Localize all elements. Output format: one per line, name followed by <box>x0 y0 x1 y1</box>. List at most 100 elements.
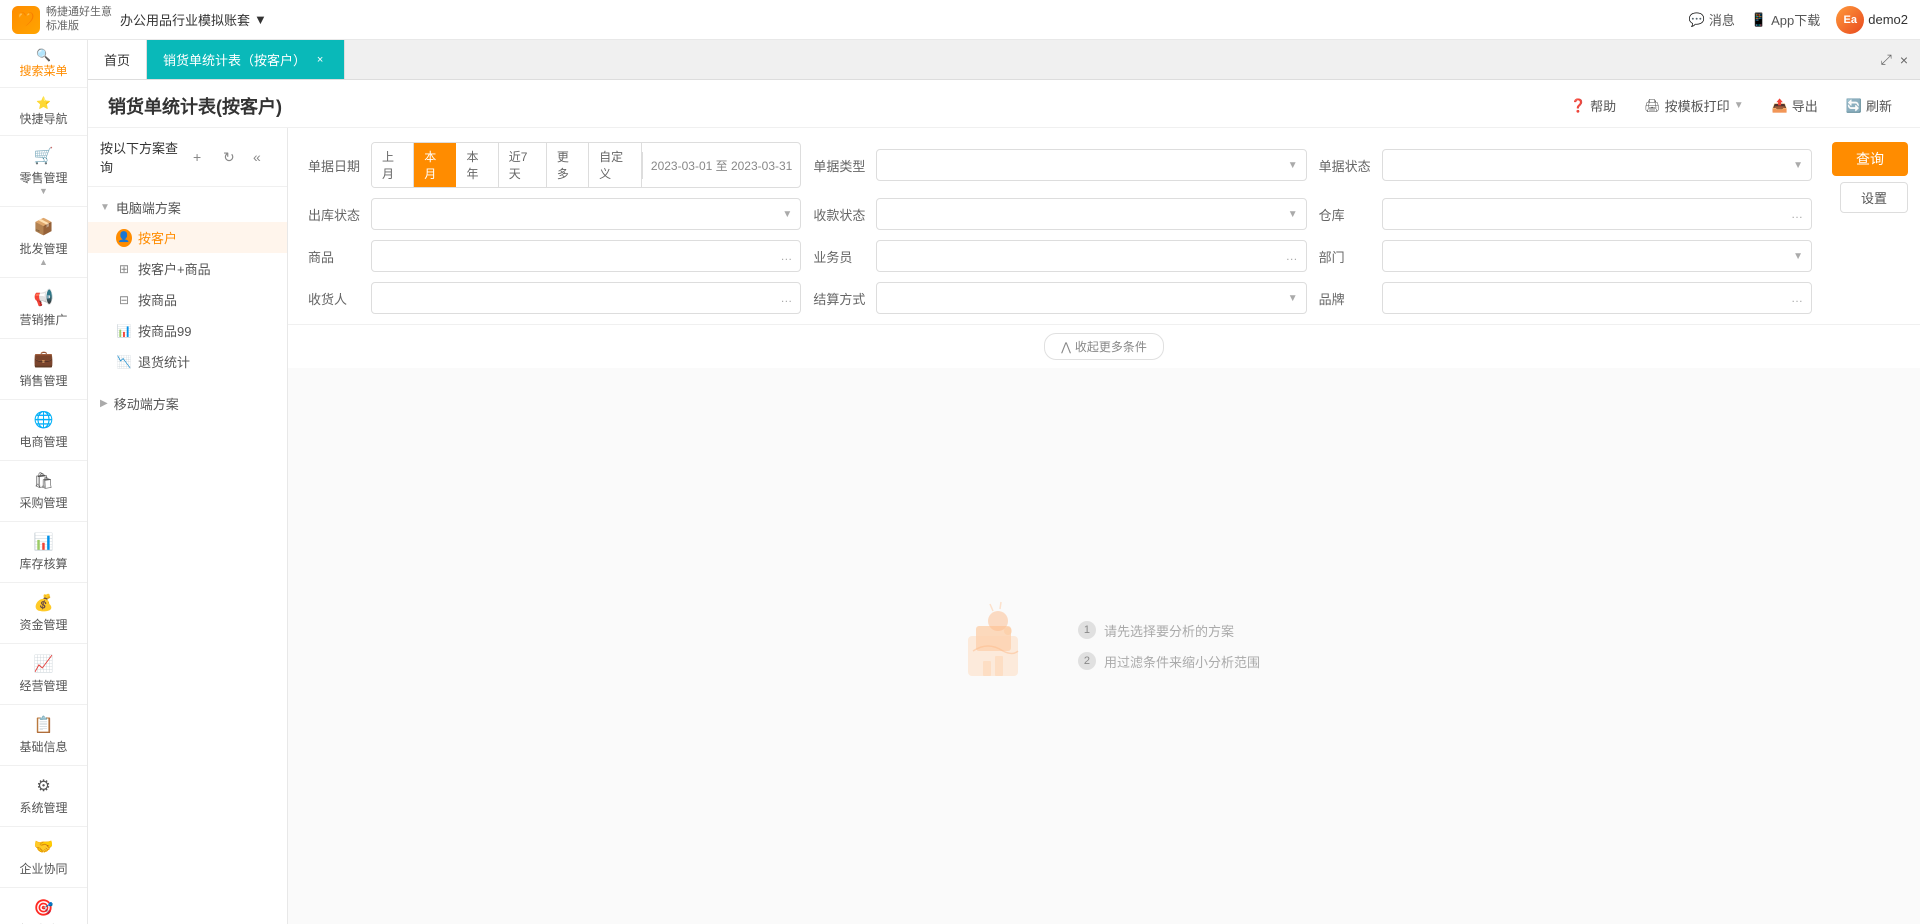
warehouse-control[interactable]: … <box>1382 198 1812 230</box>
goods99-icon: 📊 <box>116 323 132 339</box>
app-download-button[interactable]: 📱 App下载 <box>1751 10 1820 29</box>
doc-status-control[interactable]: ▼ <box>1382 149 1812 181</box>
sidebar-item-system[interactable]: ⚙ 系统管理 <box>0 766 87 827</box>
filter-department: 部门 ▼ <box>1319 240 1812 272</box>
close-window-icon[interactable]: × <box>1900 52 1908 68</box>
filter-query-row: 单据日期 上月 本月 本年 近7天 更多 自定义 <box>288 128 1920 324</box>
salesperson-label: 业务员 <box>813 247 868 266</box>
operation-icon: 📈 <box>34 654 54 674</box>
desktop-group-header[interactable]: ▼ 电脑端方案 <box>88 193 287 222</box>
brand-dots: … <box>1791 291 1803 305</box>
sidebar-item-purchase[interactable]: 🛍 采购管理 <box>0 461 87 522</box>
sidebar-item-finance[interactable]: 💰 资金管理 <box>0 583 87 644</box>
scheme-item-by-goods-99[interactable]: 📊 按商品99 <box>88 315 287 346</box>
sidebar-item-marketing[interactable]: 📢 营销推广 <box>0 278 87 339</box>
salesperson-dots: … <box>1286 249 1298 263</box>
marketing-icon: 📢 <box>34 288 54 308</box>
tab-close-icon[interactable]: × <box>312 52 328 68</box>
goods-dots: … <box>780 249 792 263</box>
page-content: 销货单统计表(按客户) ❓ 帮助 🖨 按模板打印 ▼ 📤 导出 <box>88 80 1920 924</box>
sidebar-quicknav[interactable]: ⭐ 快捷导航 <box>0 88 87 136</box>
out-status-control[interactable]: ▼ <box>371 198 801 230</box>
filter-warehouse: 仓库 … <box>1319 198 1812 230</box>
print-icon: 🖨 <box>1644 98 1661 114</box>
settings-button[interactable]: 设置 <box>1840 182 1908 213</box>
date-tab-thisyear[interactable]: 本年 <box>456 143 498 187</box>
out-status-label: 出库状态 <box>308 205 363 224</box>
sidebar-search[interactable]: 🔍 搜索菜单 <box>0 40 87 88</box>
brand-control[interactable]: … <box>1382 282 1812 314</box>
inventory-icon: 📊 <box>34 532 54 552</box>
return-icon: 📉 <box>116 354 132 370</box>
refresh-button[interactable]: 🔄 刷新 <box>1838 92 1900 119</box>
scheme-item-by-goods[interactable]: ⊟ 按商品 <box>88 284 287 315</box>
export-button[interactable]: 📤 导出 <box>1764 92 1826 119</box>
receive-status-control[interactable]: ▼ <box>876 198 1306 230</box>
date-tab-more[interactable]: 更多 <box>547 143 589 187</box>
doc-type-control[interactable]: ▼ <box>876 149 1306 181</box>
help-icon: ❓ <box>1570 98 1586 114</box>
user-profile[interactable]: Ea demo2 <box>1836 6 1908 34</box>
maximize-icon[interactable]: ⤢ <box>1881 51 1892 68</box>
consignee-control[interactable]: … <box>371 282 801 314</box>
empty-state: 1 请先选择要分析的方案 2 用过滤条件来缩小分析范围 <box>288 368 1920 924</box>
print-arrow-icon: ▼ <box>1734 100 1744 111</box>
query-button[interactable]: 查询 <box>1832 142 1908 176</box>
payment-arrow-icon: ▼ <box>1288 293 1298 304</box>
payment-label: 结算方式 <box>813 289 868 308</box>
scheme-item-by-customer-goods[interactable]: ⊞ 按客户+商品 <box>88 253 287 284</box>
sidebar-item-retail[interactable]: 🛒 零售管理 ▼ <box>0 136 87 207</box>
scheme-panel: 按以下方案查询 + ↻ « ▼ 电 <box>88 128 288 924</box>
scheme-item-return-stats[interactable]: 📉 退货统计 <box>88 346 287 377</box>
goods-label: 商品 <box>308 247 363 266</box>
sidebar-item-wholesale[interactable]: 📦 批发管理 ▲ <box>0 207 87 278</box>
tab-window-controls: ⤢ × <box>1869 51 1920 68</box>
sales-icon: 💼 <box>34 349 54 369</box>
date-label: 单据日期 <box>308 156 363 175</box>
date-tab-custom[interactable]: 自定义 <box>589 143 642 187</box>
retail-arrow: ▼ <box>39 186 48 196</box>
quicknav-icon: ⭐ <box>4 96 83 110</box>
message-button[interactable]: 💬 消息 <box>1689 10 1735 29</box>
scheme-collapse-button[interactable]: « <box>253 146 275 168</box>
tab-sales-stats[interactable]: 销货单统计表（按客户） × <box>147 40 345 79</box>
sidebar-item-operation[interactable]: 📈 经营管理 <box>0 644 87 705</box>
date-tab-7days[interactable]: 近7天 <box>499 143 547 187</box>
sidebar-item-ecommerce[interactable]: 🌐 电商管理 <box>0 400 87 461</box>
date-tab-lastmonth[interactable]: 上月 <box>372 143 414 187</box>
mobile-group-header[interactable]: ▶ 移动端方案 <box>88 389 287 418</box>
nav-label[interactable]: 办公用品行业模拟账套 ▼ <box>120 10 267 29</box>
filter-main: 单据日期 上月 本月 本年 近7天 更多 自定义 <box>288 128 1832 324</box>
main-layout: 🔍 搜索菜单 ⭐ 快捷导航 🛒 零售管理 ▼ 📦 批发管理 ▲ 📢 营销推广 💼… <box>0 40 1920 924</box>
collapse-up-icon: ⋀ <box>1061 340 1071 354</box>
sidebar-item-sales[interactable]: 💼 销售管理 <box>0 339 87 400</box>
sidebar-item-enterprise[interactable]: 🤝 企业协同 <box>0 827 87 888</box>
collapse-more-button[interactable]: ⋀ 收起更多条件 <box>1044 333 1164 360</box>
template-print-button[interactable]: 🖨 按模板打印 ▼ <box>1636 92 1751 119</box>
nav-arrow-icon: ▼ <box>254 12 267 27</box>
date-tab-thismonth[interactable]: 本月 <box>414 143 456 187</box>
consignee-dots: … <box>780 291 792 305</box>
date-range-text: 2023-03-01 至 2023-03-31 <box>642 152 800 179</box>
newbie-icon: 🎯 <box>34 898 54 918</box>
page-header: 销货单统计表(按客户) ❓ 帮助 🖨 按模板打印 ▼ 📤 导出 <box>88 80 1920 128</box>
department-control[interactable]: ▼ <box>1382 240 1812 272</box>
filter-row-2: 出库状态 ▼ 收款状态 <box>308 198 1812 230</box>
help-button[interactable]: ❓ 帮助 <box>1562 92 1624 119</box>
desktop-arrow-icon: ▼ <box>100 202 110 213</box>
warehouse-dots: … <box>1791 207 1803 221</box>
salesperson-control[interactable]: … <box>876 240 1306 272</box>
tab-home[interactable]: 首页 <box>88 40 147 79</box>
goods-control[interactable]: … <box>371 240 801 272</box>
customer-icon: 👤 <box>116 230 132 246</box>
scheme-refresh-button[interactable]: ↻ <box>223 146 245 168</box>
sidebar-item-newbie[interactable]: 🎯 新手引导 <box>0 888 87 924</box>
receive-status-arrow-icon: ▼ <box>1288 209 1298 220</box>
payment-control[interactable]: ▼ <box>876 282 1306 314</box>
sidebar-item-inventory[interactable]: 📊 库存核算 <box>0 522 87 583</box>
scheme-add-button[interactable]: + <box>193 146 215 168</box>
scheme-item-by-customer[interactable]: 👤 按客户 <box>88 222 287 253</box>
sidebar-item-basic[interactable]: 📋 基础信息 <box>0 705 87 766</box>
filter-row-1: 单据日期 上月 本月 本年 近7天 更多 自定义 <box>308 142 1812 188</box>
date-tabs: 上月 本月 本年 近7天 更多 自定义 2023-03-01 至 2023-03… <box>371 142 801 188</box>
